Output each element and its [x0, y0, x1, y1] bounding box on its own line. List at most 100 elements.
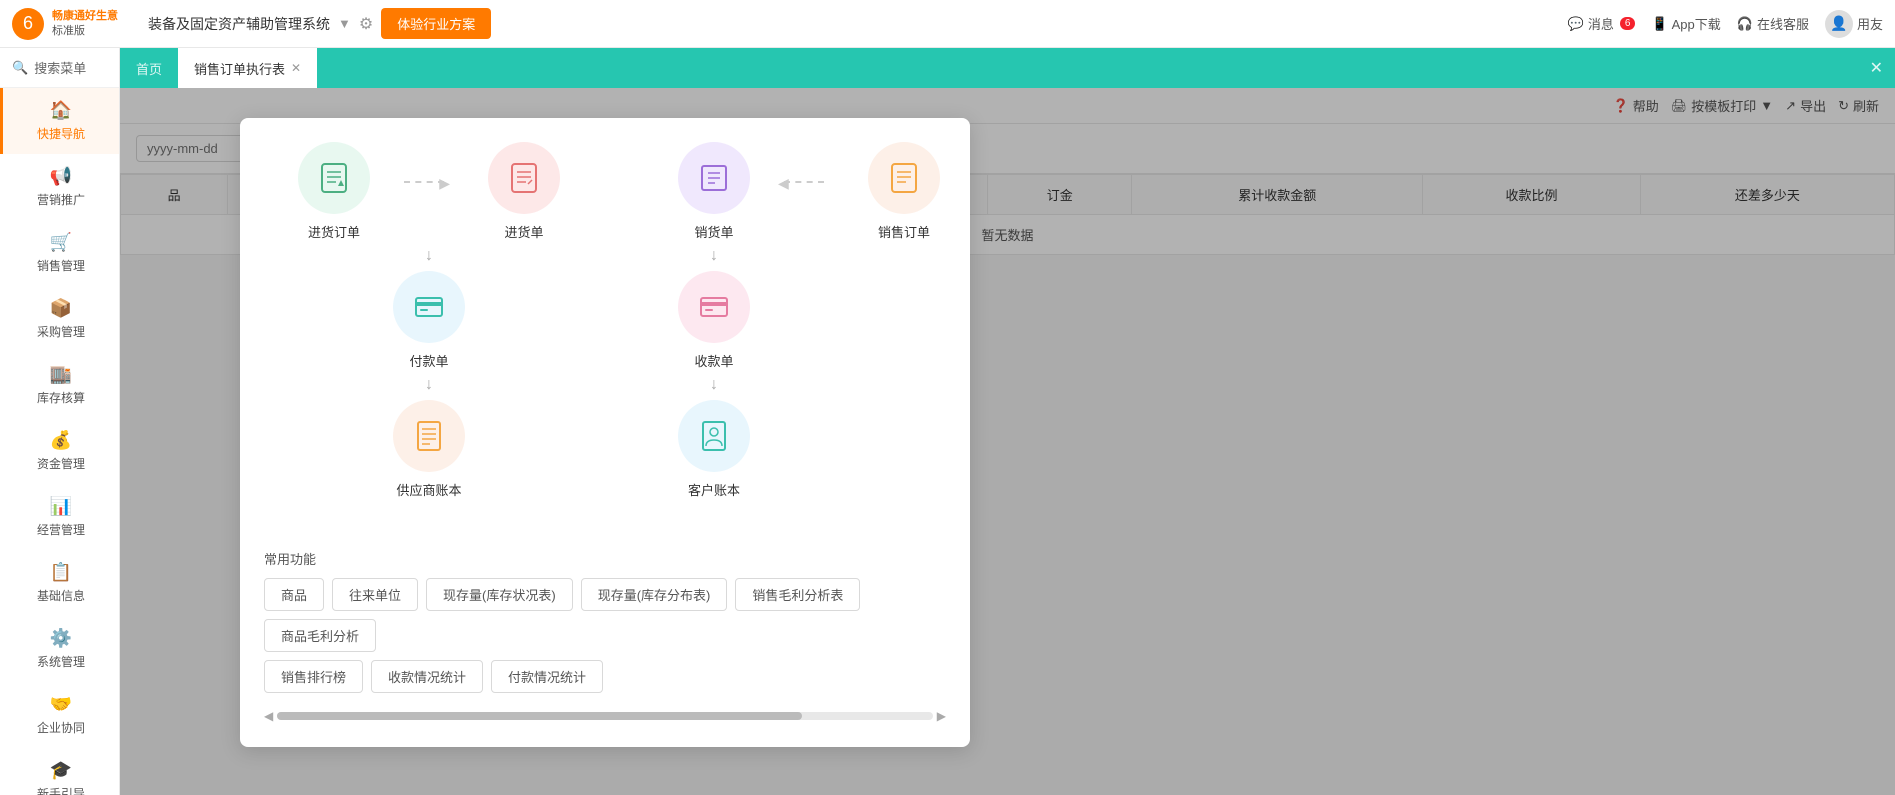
- cf-btn-goods-margin[interactable]: 商品毛利分析: [264, 619, 376, 652]
- message-label: 消息: [1588, 14, 1614, 33]
- cf-btn-partner[interactable]: 往来单位: [332, 578, 418, 611]
- sidebar-item-label: 新手引导: [37, 785, 85, 795]
- tab-home-label: 首页: [136, 59, 162, 78]
- sidebar-item-system[interactable]: ⚙️ 系统管理: [0, 616, 119, 682]
- sales-order-label: 销售订单: [878, 222, 930, 241]
- sidebar-item-marketing[interactable]: 📢 营销推广: [0, 154, 119, 220]
- sidebar-item-label: 快捷导航: [37, 125, 85, 142]
- supplier-account-label: 供应商账本: [396, 480, 461, 499]
- sales-receipt-circle[interactable]: [678, 142, 750, 214]
- logo-area: 6 畅康通好生意 标准版: [12, 8, 132, 40]
- sidebar-item-inventory[interactable]: 🏬 库存核算: [0, 352, 119, 418]
- arrow-down-rec: ↓: [710, 376, 718, 394]
- sidebar-item-quick-nav[interactable]: 🏠 快捷导航: [0, 88, 119, 154]
- tab-sales-order-exec[interactable]: 销售订单执行表 ✕: [178, 48, 317, 88]
- brand-name: 畅康通好生意: [52, 9, 118, 23]
- app-wrapper: 6 畅康通好生意 标准版 装备及固定资产辅助管理系统 ▼ ⚙ 体验行业方案 💬 …: [0, 0, 1895, 795]
- cf-title: 常用功能: [264, 549, 946, 568]
- flow-node-customer-account[interactable]: 客户账本: [654, 400, 774, 499]
- modal-box: 进货订单 ▶: [240, 118, 970, 747]
- flow-node-payment[interactable]: 付款单: [369, 271, 489, 370]
- payment-circle[interactable]: [393, 271, 465, 343]
- sidebar-item-operations[interactable]: 📊 经营管理: [0, 484, 119, 550]
- search-label: 搜索菜单: [34, 58, 86, 77]
- scroll-left-icon[interactable]: ◀: [264, 709, 273, 723]
- cf-btn-sales-margin[interactable]: 销售毛利分析表: [735, 578, 860, 611]
- flow-node-supplier-account[interactable]: 供应商账本: [369, 400, 489, 499]
- tab-bar: 首页 销售订单执行表 ✕ ✕: [120, 48, 1895, 88]
- avatar: 👤: [1825, 10, 1853, 38]
- tab-label: 销售订单执行表: [194, 59, 285, 78]
- sidebar-item-enterprise[interactable]: 🤝 企业协同: [0, 682, 119, 748]
- main-layout: 🔍 搜索菜单 🏠 快捷导航 📢 营销推广 🛒 销售管理 📦 采购管理 🏬: [0, 48, 1895, 795]
- scroll-right-icon[interactable]: ▶: [937, 709, 946, 723]
- sidebar-item-purchase[interactable]: 📦 采购管理: [0, 286, 119, 352]
- receipt-label: 收款单: [694, 351, 733, 370]
- logo-icon: 6: [12, 8, 44, 40]
- customer-account-circle[interactable]: [678, 400, 750, 472]
- arrow-down-sr: ↓: [710, 247, 718, 265]
- flow-node-sales-order[interactable]: 销售订单: [844, 142, 964, 241]
- user-action[interactable]: 👤 用友: [1825, 10, 1883, 38]
- supplier-account-circle[interactable]: [393, 400, 465, 472]
- tab-home[interactable]: 首页: [120, 48, 178, 88]
- sales-order-circle[interactable]: [868, 142, 940, 214]
- cf-btn-payment-stats[interactable]: 付款情况统计: [491, 660, 603, 693]
- trial-button[interactable]: 体验行业方案: [381, 8, 491, 39]
- service-icon: 🎧: [1737, 16, 1753, 32]
- sidebar-item-sales[interactable]: 🛒 销售管理: [0, 220, 119, 286]
- dropdown-arrow-icon[interactable]: ▼: [338, 16, 351, 31]
- sidebar: 🔍 搜索菜单 🏠 快捷导航 📢 营销推广 🛒 销售管理 📦 采购管理 🏬: [0, 48, 120, 795]
- scrollbar-track[interactable]: [277, 712, 933, 720]
- system-name: 装备及固定资产辅助管理系统: [148, 14, 330, 34]
- cf-btn-receipt-stats[interactable]: 收款情况统计: [371, 660, 483, 693]
- flow-diagram: 进货订单 ▶: [264, 142, 946, 529]
- sales-receipt-label: 销货单: [694, 222, 733, 241]
- tab-close-right-icon[interactable]: ✕: [1858, 58, 1895, 78]
- cf-btn-goods[interactable]: 商品: [264, 578, 324, 611]
- sidebar-item-label: 采购管理: [37, 323, 85, 340]
- flow-node-purchase-receipt[interactable]: 进货单: [464, 142, 584, 241]
- sidebar-item-label: 库存核算: [37, 389, 85, 406]
- finance-icon: 💰: [50, 430, 72, 451]
- purchase-receipt-circle[interactable]: [488, 142, 560, 214]
- cf-btn-sales-rank[interactable]: 销售排行榜: [264, 660, 363, 693]
- cf-buttons: 商品 往来单位 现存量(库存状况表) 现存量(库存分布表) 销售毛利分析表 商品…: [264, 578, 946, 652]
- sidebar-item-label: 基础信息: [37, 587, 85, 604]
- top-header: 6 畅康通好生意 标准版 装备及固定资产辅助管理系统 ▼ ⚙ 体验行业方案 💬 …: [0, 0, 1895, 48]
- customer-account-label: 客户账本: [688, 480, 740, 499]
- search-icon: 🔍: [12, 60, 28, 76]
- flow-node-purchase-order[interactable]: 进货订单: [274, 142, 394, 241]
- modal-scrollbar: ◀ ▶: [264, 709, 946, 723]
- purchase-order-circle[interactable]: [298, 142, 370, 214]
- tab-close-icon[interactable]: ✕: [291, 61, 301, 75]
- arrow-so-sr: ◀: [784, 181, 834, 183]
- sidebar-item-label: 销售管理: [37, 257, 85, 274]
- cf-btn-stock-status[interactable]: 现存量(库存状况表): [426, 578, 573, 611]
- sidebar-item-label: 企业协同: [37, 719, 85, 736]
- online-service-action[interactable]: 🎧 在线客服: [1737, 14, 1809, 33]
- app-download-action[interactable]: 📱 App下载: [1651, 14, 1720, 33]
- header-right: 💬 消息 6 📱 App下载 🎧 在线客服 👤 用友: [1568, 10, 1883, 38]
- sidebar-search[interactable]: 🔍 搜索菜单: [0, 48, 119, 88]
- receipt-circle[interactable]: [678, 271, 750, 343]
- brand-sub: 标准版: [52, 24, 118, 38]
- flow-node-sales-receipt[interactable]: 销货单: [654, 142, 774, 241]
- scrollbar-thumb: [277, 712, 801, 720]
- payment-label: 付款单: [409, 351, 448, 370]
- modal-overlay[interactable]: 进货订单 ▶: [120, 88, 1895, 795]
- sidebar-item-finance[interactable]: 💰 资金管理: [0, 418, 119, 484]
- app-download-icon: 📱: [1651, 16, 1667, 32]
- page-content: ❓ 帮助 🖨 按模板打印 ▼ ↗ 导出 ↻ 刷新: [120, 88, 1895, 795]
- user-label: 用友: [1857, 14, 1883, 33]
- app-download-label: App下载: [1672, 14, 1721, 33]
- settings-icon[interactable]: ⚙: [359, 14, 373, 34]
- message-action[interactable]: 💬 消息 6: [1568, 14, 1636, 33]
- sidebar-item-newbie[interactable]: 🎓 新手引导: [0, 748, 119, 795]
- sidebar-item-basic[interactable]: 📋 基础信息: [0, 550, 119, 616]
- logo-text: 畅康通好生意 标准版: [52, 9, 118, 38]
- cf-btn-stock-dist[interactable]: 现存量(库存分布表): [581, 578, 728, 611]
- message-badge: 6: [1620, 17, 1636, 30]
- sidebar-item-label: 营销推广: [37, 191, 85, 208]
- flow-node-receipt[interactable]: 收款单: [654, 271, 774, 370]
